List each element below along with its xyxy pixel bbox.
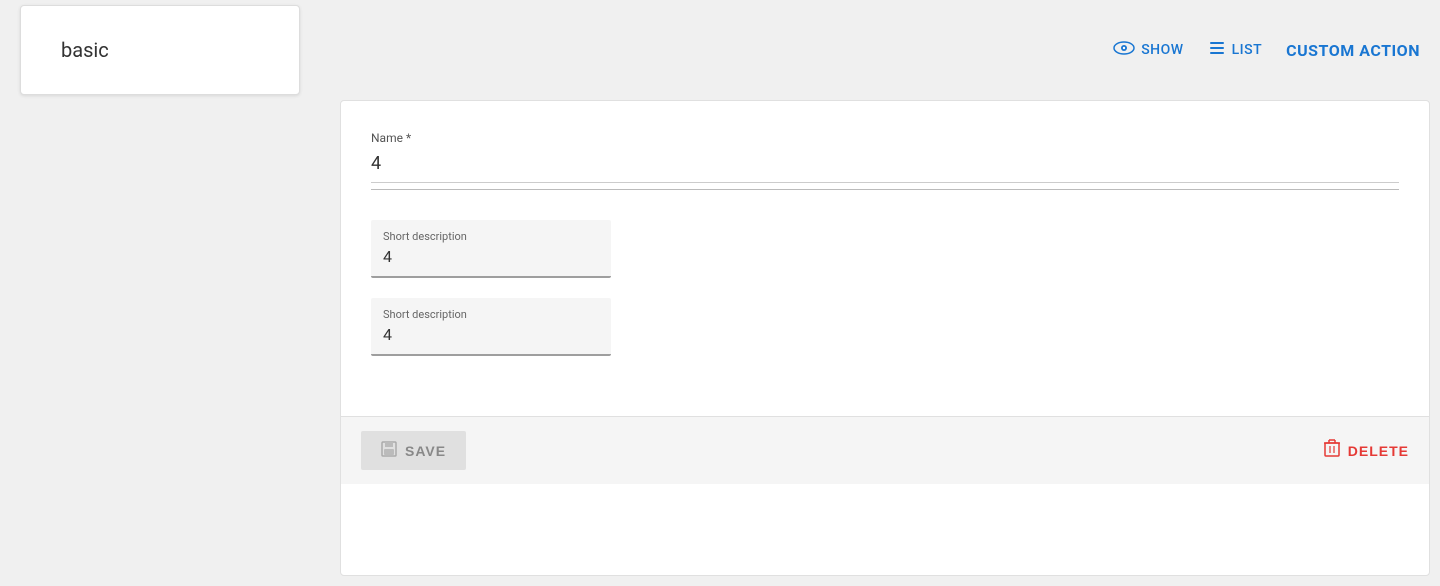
show-label: SHOW	[1141, 42, 1183, 58]
list-button[interactable]: LIST	[1208, 41, 1263, 59]
name-field-wrapper: Name * 4	[371, 131, 1399, 190]
show-button[interactable]: SHOW	[1113, 41, 1183, 59]
save-label: SAVE	[405, 443, 446, 459]
top-actions: SHOW LIST CUSTOM ACTION	[1113, 41, 1420, 60]
name-field-value[interactable]: 4	[371, 149, 1399, 183]
top-bar: basic SHOW LIST CUSTO	[0, 0, 1440, 100]
list-label: LIST	[1232, 42, 1263, 58]
short-desc-value-1[interactable]: 4	[383, 247, 599, 266]
custom-action-button[interactable]: CUSTOM ACTION	[1286, 41, 1420, 60]
basic-card: basic	[20, 5, 300, 95]
custom-action-label: CUSTOM ACTION	[1286, 41, 1420, 60]
eye-icon	[1113, 41, 1135, 59]
floppy-icon	[381, 441, 397, 460]
delete-label: DELETE	[1348, 443, 1409, 459]
short-desc-label-1: Short description	[383, 230, 599, 243]
save-button[interactable]: SAVE	[361, 431, 466, 470]
trash-icon	[1324, 439, 1340, 462]
footer-bar: SAVE DELETE	[341, 416, 1429, 484]
basic-label: basic	[61, 38, 109, 62]
main-content: Name * 4 Short description 4 Short descr…	[340, 100, 1430, 576]
short-desc-value-2[interactable]: 4	[383, 325, 599, 344]
delete-button[interactable]: DELETE	[1324, 439, 1409, 462]
short-description-box-1: Short description 4	[371, 220, 611, 278]
form-section: Name * 4 Short description 4 Short descr…	[371, 121, 1399, 396]
short-desc-label-2: Short description	[383, 308, 599, 321]
list-icon	[1208, 41, 1226, 59]
short-description-box-2: Short description 4	[371, 298, 611, 356]
name-field-label: Name *	[371, 131, 1399, 145]
